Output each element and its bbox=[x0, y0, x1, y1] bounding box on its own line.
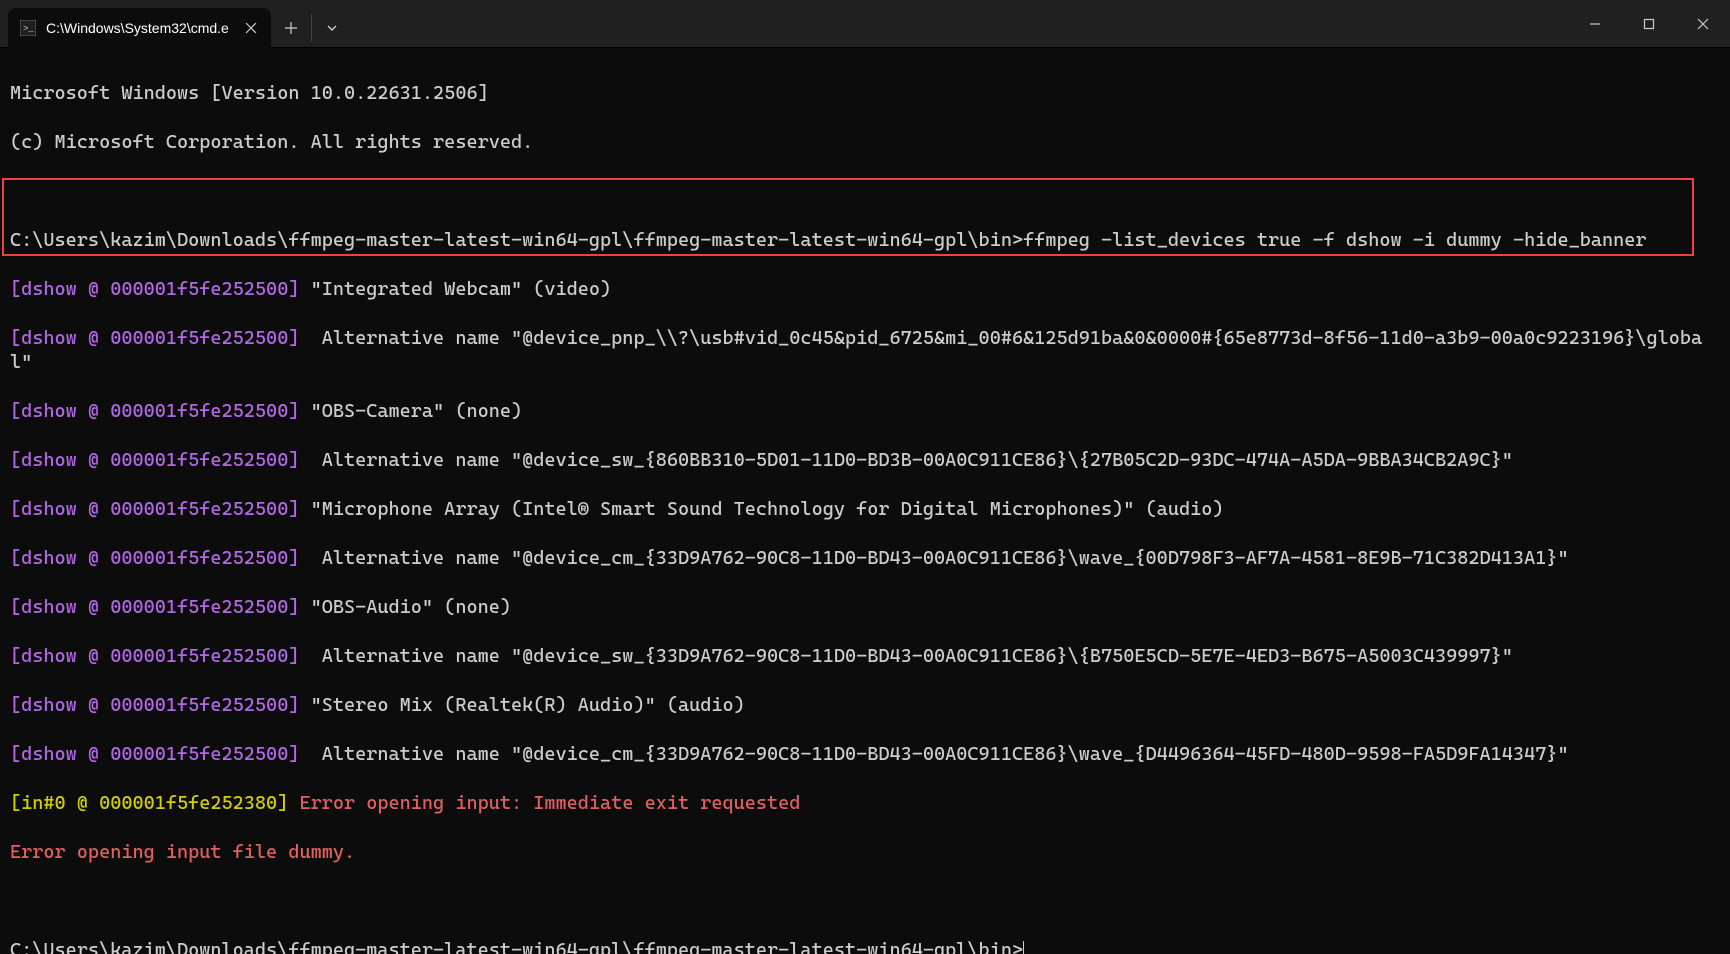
maximize-button[interactable] bbox=[1622, 0, 1676, 47]
prompt-line-1: C:\Users\kazim\Downloads\ffmpeg-master-l… bbox=[10, 228, 1720, 253]
dshow-tag: [dshow @ 000001f5fe252500] bbox=[10, 547, 299, 569]
cursor bbox=[1023, 941, 1024, 954]
terminal-window: >_ C:\Windows\System32\cmd.e Microsoft W… bbox=[0, 0, 1730, 954]
device-1-alt: [dshow @ 000001f5fe252500] Alternative n… bbox=[10, 326, 1720, 375]
dshow-tag: [dshow @ 000001f5fe252500] bbox=[10, 449, 299, 471]
prompt-path: C:\Users\kazim\Downloads\ffmpeg-master-l… bbox=[10, 229, 1023, 251]
in-tag: [in#0 @ 000001f5fe252380] bbox=[10, 792, 288, 814]
error-line-1: [in#0 @ 000001f5fe252380] Error opening … bbox=[10, 791, 1720, 816]
minimize-button[interactable] bbox=[1568, 0, 1622, 47]
device-3-name: [dshow @ 000001f5fe252500] "Microphone A… bbox=[10, 497, 1720, 522]
blank-line-2 bbox=[10, 889, 1720, 914]
dshow-tag: [dshow @ 000001f5fe252500] bbox=[10, 694, 299, 716]
device-4-alt: [dshow @ 000001f5fe252500] Alternative n… bbox=[10, 644, 1720, 669]
device-2-name: [dshow @ 000001f5fe252500] "OBS-Camera" … bbox=[10, 399, 1720, 424]
header-line-1: Microsoft Windows [Version 10.0.22631.25… bbox=[10, 81, 1720, 106]
tab-dropdown-button[interactable] bbox=[312, 8, 352, 47]
dshow-tag: [dshow @ 000001f5fe252500] bbox=[10, 596, 299, 618]
cmd-icon: >_ bbox=[20, 20, 36, 36]
device-5-name: [dshow @ 000001f5fe252500] "Stereo Mix (… bbox=[10, 693, 1720, 718]
dshow-tag: [dshow @ 000001f5fe252500] bbox=[10, 327, 299, 349]
tab-close-button[interactable] bbox=[239, 16, 263, 40]
terminal-output[interactable]: Microsoft Windows [Version 10.0.22631.25… bbox=[0, 48, 1730, 954]
blank-line bbox=[10, 179, 1720, 204]
device-1-name: [dshow @ 000001f5fe252500] "Integrated W… bbox=[10, 277, 1720, 302]
titlebar-drag-region[interactable] bbox=[352, 0, 1568, 47]
tab-cmd[interactable]: >_ C:\Windows\System32\cmd.e bbox=[8, 8, 271, 48]
device-4-name: [dshow @ 000001f5fe252500] "OBS-Audio" (… bbox=[10, 595, 1720, 620]
dshow-tag: [dshow @ 000001f5fe252500] bbox=[10, 278, 299, 300]
prompt-path-2: C:\Users\kazim\Downloads\ffmpeg-master-l… bbox=[10, 939, 1023, 954]
device-2-alt: [dshow @ 000001f5fe252500] Alternative n… bbox=[10, 448, 1720, 473]
dshow-tag: [dshow @ 000001f5fe252500] bbox=[10, 400, 299, 422]
header-line-2: (c) Microsoft Corporation. All rights re… bbox=[10, 130, 1720, 155]
dshow-tag: [dshow @ 000001f5fe252500] bbox=[10, 743, 299, 765]
prompt-line-2: C:\Users\kazim\Downloads\ffmpeg-master-l… bbox=[10, 938, 1720, 954]
prompt-command: ffmpeg -list_devices true -f dshow -i du… bbox=[1023, 229, 1646, 251]
new-tab-button[interactable] bbox=[271, 8, 311, 47]
dshow-tag: [dshow @ 000001f5fe252500] bbox=[10, 645, 299, 667]
dshow-tag: [dshow @ 000001f5fe252500] bbox=[10, 498, 299, 520]
svg-text:>_: >_ bbox=[23, 24, 34, 34]
device-5-alt: [dshow @ 000001f5fe252500] Alternative n… bbox=[10, 742, 1720, 767]
device-3-alt: [dshow @ 000001f5fe252500] Alternative n… bbox=[10, 546, 1720, 571]
error-line-2: Error opening input file dummy. bbox=[10, 840, 1720, 865]
titlebar: >_ C:\Windows\System32\cmd.e bbox=[0, 0, 1730, 48]
close-button[interactable] bbox=[1676, 0, 1730, 47]
tab-title: C:\Windows\System32\cmd.e bbox=[46, 20, 229, 36]
